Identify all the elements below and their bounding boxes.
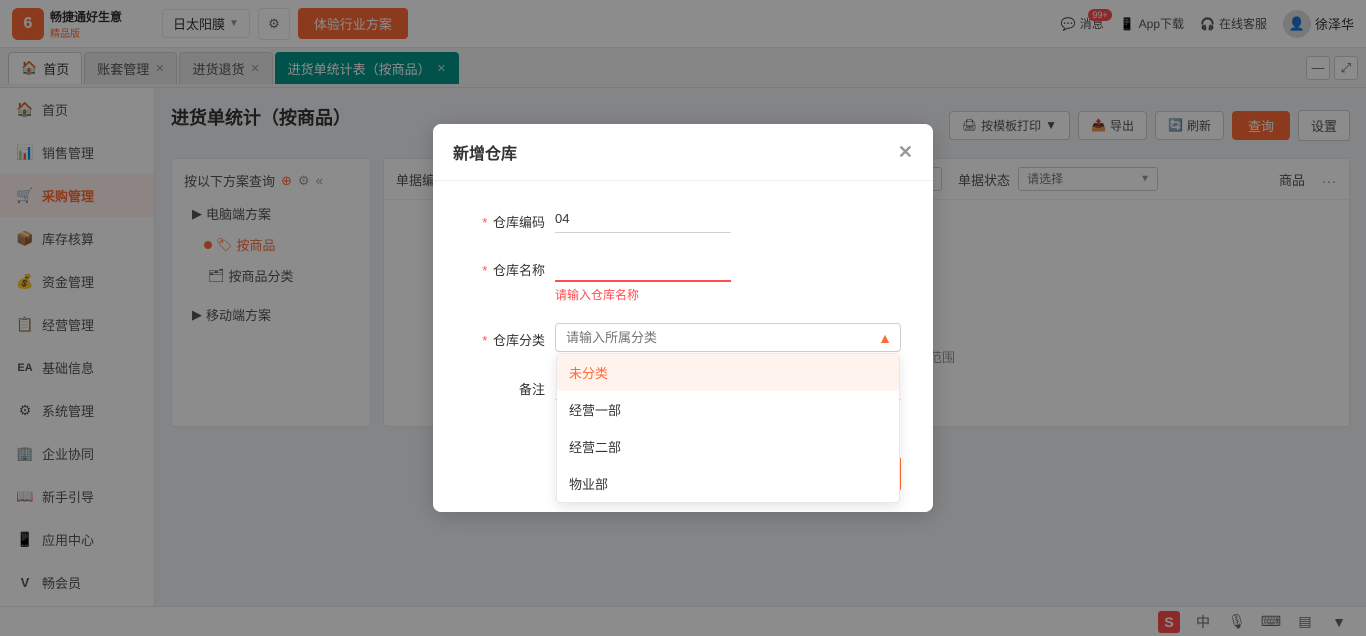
modal-new-warehouse: 新增仓库 ✕ * 仓库编码 * 仓库名称 [433,124,933,512]
modal-close-button[interactable]: ✕ [898,142,913,163]
modal-title: 新增仓库 [453,140,517,164]
name-input-wrapper [555,253,731,282]
form-row-category: * 仓库分类 ▲ 未分类 经营一部 经营二部 物业部 [465,323,901,352]
modal-header: 新增仓库 ✕ [433,124,933,181]
dropdown-option-property[interactable]: 物业部 [557,465,899,502]
code-label: * 仓库编码 [465,205,545,231]
category-label-text: 仓库分类 [493,333,545,348]
category-label: * 仓库分类 [465,323,545,349]
code-label-text: 仓库编码 [493,215,545,230]
name-label-text: 仓库名称 [493,263,545,278]
code-input[interactable] [555,205,731,233]
name-input[interactable] [555,253,731,282]
category-dropdown: 未分类 经营一部 经营二部 物业部 [556,353,900,503]
category-input[interactable] [556,324,900,351]
modal-body: * 仓库编码 * 仓库名称 请输入仓库名称 [433,181,933,444]
category-chevron-icon[interactable]: ▲ [878,330,892,346]
dropdown-option-dept1[interactable]: 经营一部 [557,391,899,428]
category-input-wrapper: ▲ 未分类 经营一部 经营二部 物业部 [555,323,901,352]
dropdown-option-dept2[interactable]: 经营二部 [557,428,899,465]
code-input-wrapper [555,205,901,233]
note-label: 备注 [465,372,545,398]
form-row-name-inner: * 仓库名称 [465,253,731,282]
name-label: * 仓库名称 [465,253,545,279]
form-row-name: * 仓库名称 请输入仓库名称 [465,253,901,303]
name-error-message: 请输入仓库名称 [555,286,639,303]
required-star: * [482,215,487,230]
dropdown-option-uncategorized[interactable]: 未分类 [557,354,899,391]
modal-overlay: 新增仓库 ✕ * 仓库编码 * 仓库名称 [0,0,1366,636]
required-star-category: * [482,333,487,348]
note-label-text: 备注 [519,382,545,397]
form-row-code: * 仓库编码 [465,205,901,233]
required-star-name: * [482,263,487,278]
